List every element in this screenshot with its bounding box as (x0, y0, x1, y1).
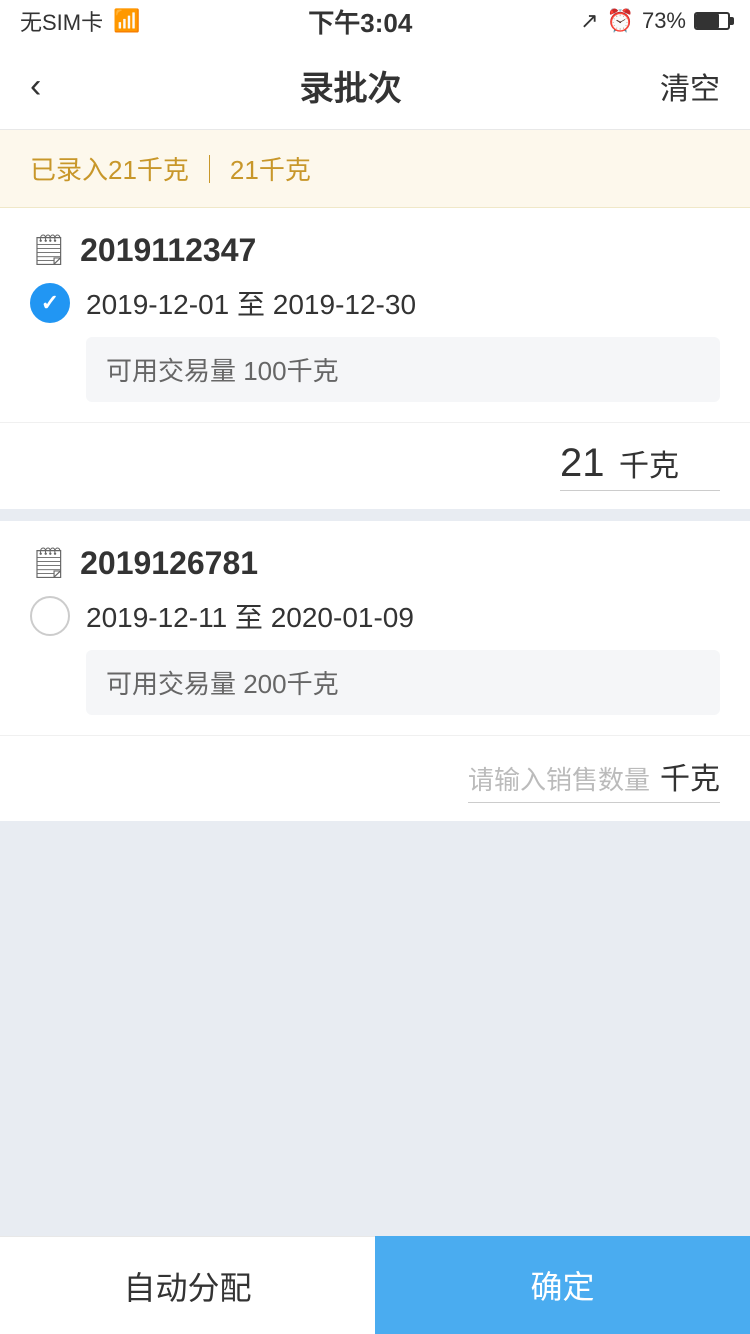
batch1-amount-underline: 21 千克 (560, 441, 720, 491)
batch1-amount-unit: 千克 (619, 450, 679, 483)
batch2-header: 🗒 2019126781 (30, 545, 720, 582)
batch1-amount-number: 21 (560, 441, 605, 485)
status-time: 下午3:04 (308, 3, 412, 40)
wifi-icon: 📶 (113, 8, 140, 34)
separator1 (0, 509, 750, 521)
batch-item-2: 🗒 2019126781 2019-12-11 至 2020-01-09 可用交… (0, 521, 750, 735)
batch2-input-row[interactable]: 请输入销售数量 千克 (0, 735, 750, 821)
batch1-available: 可用交易量 100千克 (86, 337, 720, 402)
recorded-value: 21千克 (230, 150, 311, 187)
batch1-date: 2019-12-01 至 2019-12-30 (86, 283, 416, 323)
batch1-doc-icon: 🗒 (30, 233, 68, 268)
batch2-available: 可用交易量 200千克 (86, 650, 720, 715)
status-right: ↗ ⏰ 73% (580, 8, 730, 34)
confirm-button[interactable]: 确定 (375, 1236, 750, 1334)
batch-item-1: 🗒 2019112347 2019-12-01 至 2019-12-30 可用交… (0, 208, 750, 422)
alarm-icon: ⏰ (607, 8, 634, 34)
no-sim-text: 无SIM卡 (20, 5, 103, 37)
batch2-input-placeholder[interactable]: 请输入销售数量 (468, 760, 650, 797)
batch1-amount-row: 21 千克 (0, 422, 750, 509)
auto-distribute-button[interactable]: 自动分配 (0, 1236, 375, 1334)
clear-button[interactable]: 清空 (660, 64, 720, 108)
bottom-bar: 自动分配 确定 (0, 1236, 750, 1334)
batch2-input-underline[interactable]: 请输入销售数量 千克 (468, 754, 720, 803)
battery-percent: 73% (642, 8, 686, 34)
status-bar: 无SIM卡 📶 下午3:04 ↗ ⏰ 73% (0, 0, 750, 42)
back-button[interactable]: ‹ (30, 69, 41, 103)
battery-bar (694, 12, 730, 30)
info-banner: 已录入21千克 21千克 (0, 130, 750, 208)
batch2-date-row[interactable]: 2019-12-11 至 2020-01-09 (30, 596, 720, 636)
batch2-input-unit: 千克 (660, 754, 720, 798)
batch1-radio[interactable] (30, 283, 70, 323)
page-title: 录批次 (300, 61, 402, 110)
batch2-radio[interactable] (30, 596, 70, 636)
nav-bar: ‹ 录批次 清空 (0, 42, 750, 130)
batch2-date: 2019-12-11 至 2020-01-09 (86, 596, 414, 636)
status-left: 无SIM卡 📶 (20, 5, 141, 37)
batch2-id: 2019126781 (80, 545, 258, 582)
recorded-label: 已录入21千克 (30, 150, 189, 187)
batch1-date-row[interactable]: 2019-12-01 至 2019-12-30 (30, 283, 720, 323)
gray-area (0, 821, 750, 1301)
batch1-header: 🗒 2019112347 (30, 232, 720, 269)
location-icon: ↗ (580, 8, 598, 34)
banner-divider (209, 155, 210, 183)
batch2-doc-icon: 🗒 (30, 546, 68, 581)
batch1-id: 2019112347 (80, 232, 256, 269)
battery-fill (696, 14, 719, 28)
